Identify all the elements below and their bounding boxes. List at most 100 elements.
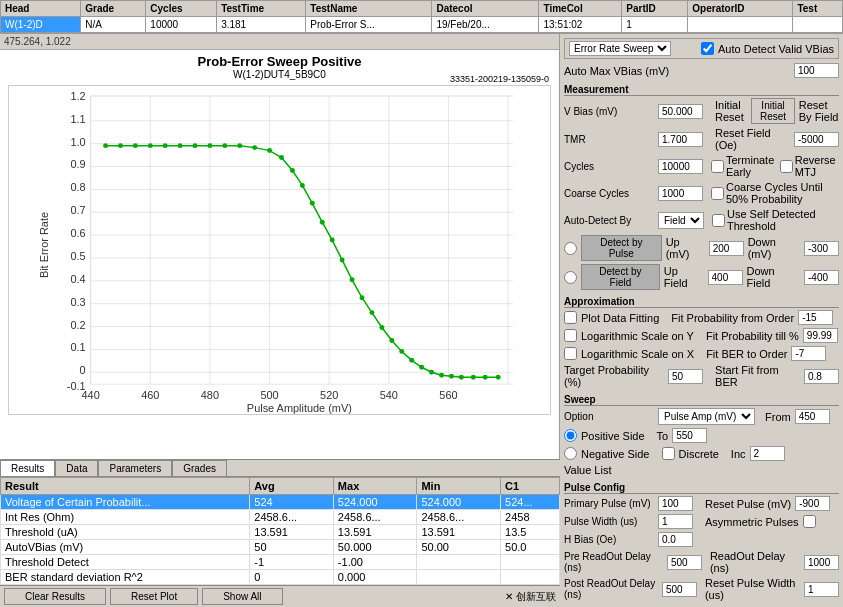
col-datecol: Datecol bbox=[432, 1, 539, 17]
results-panel: Results Data Parameters Grades Result Av… bbox=[0, 459, 560, 585]
sweep-header: Error Rate Sweep Auto Detect Valid VBias bbox=[564, 38, 839, 59]
start-fit-input[interactable] bbox=[804, 369, 839, 384]
auto-max-input[interactable] bbox=[794, 63, 839, 78]
col-c1: C1 bbox=[501, 478, 560, 495]
reset-field-input[interactable] bbox=[794, 132, 839, 147]
reset-pulse-width-input[interactable] bbox=[804, 582, 839, 597]
positive-side-radio[interactable] bbox=[564, 429, 577, 442]
plot-data-checkbox[interactable] bbox=[564, 311, 577, 324]
pre-readout-input[interactable] bbox=[667, 555, 702, 570]
reset-plot-button[interactable]: Reset Plot bbox=[110, 588, 198, 605]
tab-parameters[interactable]: Parameters bbox=[98, 460, 172, 476]
target-prob-input[interactable] bbox=[668, 369, 703, 384]
sweep-from-input[interactable] bbox=[795, 409, 830, 424]
clear-results-button[interactable]: Clear Results bbox=[4, 588, 106, 605]
reverse-mtj-label: Reverse MTJ bbox=[795, 154, 839, 178]
tab-data[interactable]: Data bbox=[55, 460, 98, 476]
sweep-to-label: To bbox=[657, 430, 669, 442]
pulse-width-input[interactable] bbox=[658, 514, 693, 529]
detect-by-field-button[interactable]: Detect by Field bbox=[581, 264, 660, 290]
sweep-to-input[interactable] bbox=[672, 428, 707, 443]
table-cell-c1: 50.0 bbox=[501, 540, 560, 555]
fit-prob-order-label: Fit Probability from Order bbox=[671, 312, 794, 324]
reverse-mtj-checkbox[interactable] bbox=[780, 160, 793, 173]
fit-prob-order-input[interactable] bbox=[798, 310, 833, 325]
down-field-input[interactable] bbox=[804, 270, 839, 285]
coarse-50-checkbox[interactable] bbox=[711, 187, 724, 200]
svg-text:500: 500 bbox=[260, 389, 278, 401]
primary-pulse-label: Primary Pulse (mV) bbox=[564, 498, 654, 509]
up-mv-input[interactable] bbox=[709, 241, 744, 256]
negative-side-radio[interactable] bbox=[564, 447, 577, 460]
table-cell-min bbox=[417, 555, 501, 570]
coarse-cycles-input[interactable] bbox=[658, 186, 703, 201]
show-all-button[interactable]: Show All bbox=[202, 588, 282, 605]
detect-radio[interactable] bbox=[564, 242, 577, 255]
pulse-width-label: Pulse Width (us) bbox=[564, 516, 654, 527]
sweep-inc-label: Inc bbox=[731, 448, 746, 460]
down-mv-input[interactable] bbox=[804, 241, 839, 256]
use-self-detected-checkbox[interactable] bbox=[712, 214, 725, 227]
value-list-label: Value List bbox=[564, 464, 612, 476]
negative-side-label: Negative Side bbox=[581, 448, 650, 460]
log-y-checkbox[interactable] bbox=[564, 329, 577, 342]
fit-ber-order-input[interactable] bbox=[791, 346, 826, 361]
table-row[interactable]: Int Res (Ohm)2458.6...2458.6...2458.6...… bbox=[1, 510, 560, 525]
sweep-select[interactable]: Error Rate Sweep bbox=[569, 41, 671, 56]
terminate-early-checkbox[interactable] bbox=[711, 160, 724, 173]
vbias-input[interactable] bbox=[658, 104, 703, 119]
fit-prob-till-input[interactable] bbox=[803, 328, 838, 343]
auto-detect-vbias-checkbox[interactable] bbox=[701, 42, 714, 55]
up-field-input[interactable] bbox=[708, 270, 743, 285]
hbias-input[interactable] bbox=[658, 532, 693, 547]
down-field-label: Down Field bbox=[747, 265, 800, 289]
table-cell-avg: 524 bbox=[250, 495, 334, 510]
detect-by-pulse-button[interactable]: Detect by Pulse bbox=[581, 235, 662, 261]
svg-text:Bit Error Rate: Bit Error Rate bbox=[38, 212, 50, 278]
auto-max-label: Auto Max VBias (mV) bbox=[564, 65, 790, 77]
cycles-input[interactable] bbox=[658, 159, 703, 174]
table-cell-min bbox=[417, 570, 501, 585]
primary-pulse-row: Primary Pulse (mV) Reset Pulse (mV) bbox=[564, 496, 839, 511]
svg-text:460: 460 bbox=[141, 389, 159, 401]
discrete-checkbox[interactable] bbox=[662, 447, 675, 460]
row-grade: N/A bbox=[81, 17, 146, 33]
asymmetric-checkbox[interactable] bbox=[803, 515, 816, 528]
table-cell-result: Threshold Detect bbox=[1, 555, 250, 570]
sweep-inc-input[interactable] bbox=[750, 446, 785, 461]
table-cell-min: 2458.6... bbox=[417, 510, 501, 525]
primary-pulse-input[interactable] bbox=[658, 496, 693, 511]
row-test bbox=[793, 17, 843, 33]
reset-pulse-input[interactable] bbox=[795, 496, 830, 511]
row-operatorid bbox=[688, 17, 793, 33]
svg-text:0.8: 0.8 bbox=[70, 181, 85, 193]
col-testname: TestName bbox=[306, 1, 432, 17]
bottom-bar: Clear Results Reset Plot Show All ✕ 创新互联 bbox=[0, 585, 560, 607]
pre-readout-label: Pre ReadOut Delay (ns) bbox=[564, 551, 663, 573]
auto-detect-by-select[interactable]: Field bbox=[658, 212, 704, 229]
cycles-label: Cycles bbox=[564, 161, 654, 172]
down-mv-label: Down (mV) bbox=[748, 236, 800, 260]
table-cell-avg: 50 bbox=[250, 540, 334, 555]
cycles-row: Cycles Terminate Early Reverse MTJ bbox=[564, 154, 839, 178]
table-row[interactable]: Threshold (uA)13.59113.59113.59113.5 bbox=[1, 525, 560, 540]
detect-radio-field[interactable] bbox=[564, 271, 577, 284]
table-row[interactable]: Threshold Detect-1-1.00 bbox=[1, 555, 560, 570]
table-row[interactable]: BER standard deviation R^200.000 bbox=[1, 570, 560, 585]
table-row[interactable]: Voltage of Certain Probabilit...524524.0… bbox=[1, 495, 560, 510]
log-x-checkbox[interactable] bbox=[564, 347, 577, 360]
col-max: Max bbox=[333, 478, 417, 495]
tab-results[interactable]: Results bbox=[0, 460, 55, 476]
tmr-label: TMR bbox=[564, 134, 654, 145]
discrete-label: Discrete bbox=[679, 448, 719, 460]
initial-reset-button[interactable]: Initial Reset bbox=[751, 98, 794, 124]
auto-detect-row: Auto-Detect By Field Use Self Detected T… bbox=[564, 208, 839, 232]
tmr-input[interactable] bbox=[658, 132, 703, 147]
row-testtime: 3.181 bbox=[217, 17, 306, 33]
sweep-option-select[interactable]: Pulse Amp (mV) bbox=[658, 408, 755, 425]
table-row[interactable]: AutoVBias (mV)5050.00050.0050.0 bbox=[1, 540, 560, 555]
post-readout-input[interactable] bbox=[662, 582, 697, 597]
readout-input[interactable] bbox=[804, 555, 839, 570]
svg-text:1.0: 1.0 bbox=[70, 136, 85, 148]
tab-grades[interactable]: Grades bbox=[172, 460, 227, 476]
